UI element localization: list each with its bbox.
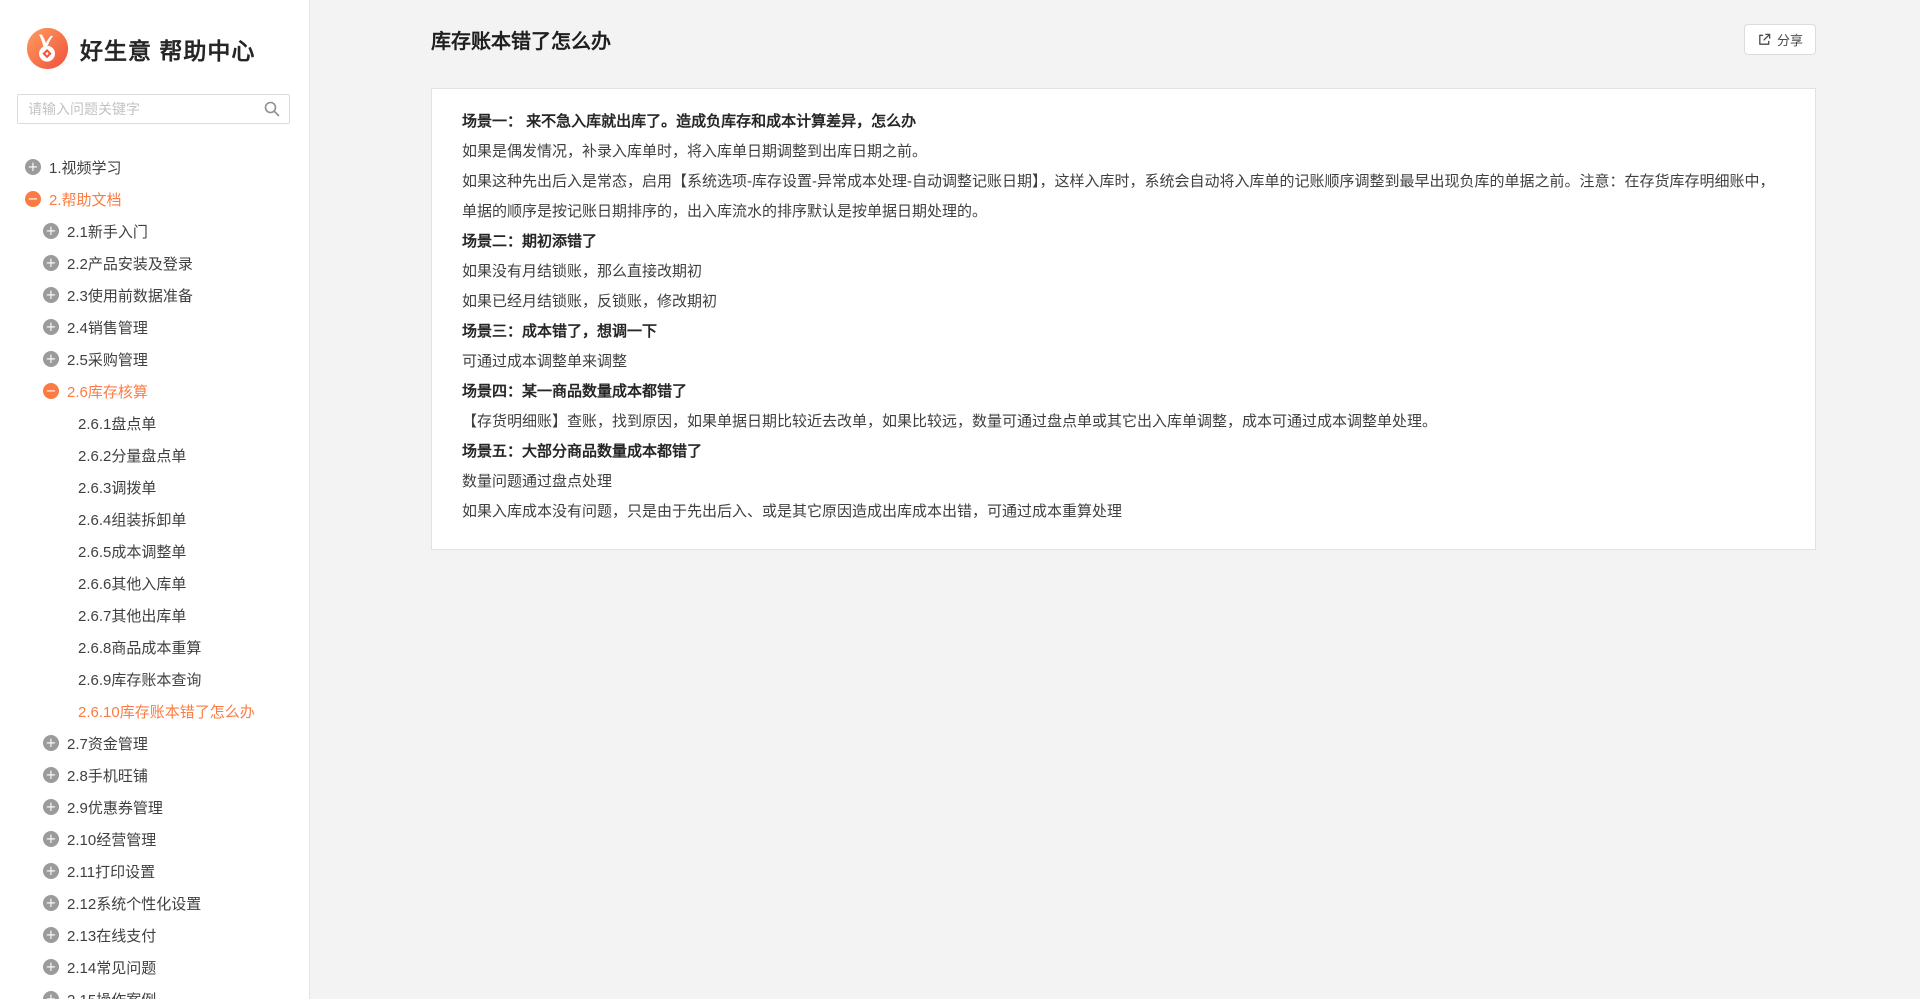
article-paragraph: 可通过成本调整单来调整 <box>462 353 628 370</box>
sidebar-item-label: 2.6库存核算 <box>67 383 148 401</box>
sidebar-item[interactable]: +2.1新手入门 <box>0 215 309 247</box>
search-box <box>17 94 290 124</box>
sidebar-item-label: 2.3使用前数据准备 <box>67 287 193 305</box>
sidebar-item-label: 2.15操作案例 <box>67 989 156 999</box>
sidebar-item-label: 2.6.7其他出库单 <box>78 607 187 625</box>
sidebar-item-label: 2.6.3调拨单 <box>78 479 157 497</box>
plus-icon[interactable]: + <box>43 319 59 335</box>
sidebar-item-label: 2.6.6其他入库单 <box>78 575 187 593</box>
sidebar-item[interactable]: 2.6.7其他出库单 <box>0 599 309 631</box>
sidebar-item-label: 2.7资金管理 <box>67 735 148 753</box>
sidebar-item-label: 2.6.5成本调整单 <box>78 543 187 561</box>
sidebar-item-label: 2.11打印设置 <box>67 863 156 881</box>
article-heading: 场景四：某一商品数量成本都错了 <box>462 383 688 400</box>
share-button-label: 分享 <box>1776 33 1803 48</box>
sidebar-item[interactable]: +2.12系统个性化设置 <box>0 887 309 919</box>
plus-icon[interactable]: + <box>43 831 59 847</box>
article-card: 场景一： 来不急入库就出库了。造成负库存和成本计算差异，怎么办 如果是偶发情况，补… <box>431 88 1816 550</box>
article-paragraph: 如果这种先出后入是常态，启用【系统选项-库存设置-异常成本处理-自动调整记账日期… <box>462 173 1775 220</box>
sidebar-item-label: 2.12系统个性化设置 <box>67 895 202 913</box>
sidebar-item[interactable]: 2.6.3调拨单 <box>0 471 309 503</box>
share-icon <box>1759 33 1771 45</box>
plus-icon[interactable]: + <box>43 927 59 943</box>
plus-icon[interactable]: + <box>43 991 59 999</box>
sidebar-item[interactable]: +2.2产品安装及登录 <box>0 247 309 279</box>
sidebar-item-label: 2.5采购管理 <box>67 351 148 369</box>
sidebar-item-label: 2.9优惠券管理 <box>67 799 163 817</box>
search-icon[interactable] <box>263 100 281 118</box>
sidebar-item-label: 2.14常见问题 <box>67 959 157 977</box>
plus-icon[interactable]: + <box>43 735 59 751</box>
sidebar-item-label: 2.10经营管理 <box>67 831 157 849</box>
sidebar-item-label: 2.2产品安装及登录 <box>67 255 193 273</box>
sidebar-item[interactable]: +2.13在线支付 <box>0 919 309 951</box>
plus-icon[interactable]: + <box>25 159 41 175</box>
sidebar-item-label: 2.6.9库存账本查询 <box>78 671 202 689</box>
sidebar-item[interactable]: 2.6.2分量盘点单 <box>0 439 309 471</box>
sidebar-item-label: 2.6.2分量盘点单 <box>78 447 187 465</box>
article-paragraph: 如果入库成本没有问题，只是由于先出后入、或是其它原因造成出库成本出错，可通过成本… <box>462 503 1123 520</box>
sidebar-item-label: 2.1新手入门 <box>67 223 148 241</box>
brand-header[interactable]: 好生意 帮助中心 <box>25 26 309 71</box>
article-paragraph: 数量问题通过盘点处理 <box>462 473 613 490</box>
sidebar-item[interactable]: 2.6.9库存账本查询 <box>0 663 309 695</box>
plus-icon[interactable]: + <box>43 799 59 815</box>
share-button[interactable]: 分享 <box>1743 24 1816 55</box>
sidebar-item-label: 2.6.1盘点单 <box>78 415 157 433</box>
sidebar-item[interactable]: +1.视频学习 <box>0 151 309 183</box>
minus-icon[interactable]: − <box>25 191 41 207</box>
sidebar-item[interactable]: +2.3使用前数据准备 <box>0 279 309 311</box>
sidebar-item-label: 2.6.8商品成本重算 <box>78 639 202 657</box>
sidebar-item[interactable]: 2.6.1盘点单 <box>0 407 309 439</box>
article-paragraph: 如果没有月结锁账，那么直接改期初 <box>462 263 703 280</box>
main-header: 库存账本错了怎么办 分享 <box>431 24 1816 55</box>
article-paragraph: 如果是偶发情况，补录入库单时，将入库单日期调整到出库日期之前。 <box>462 143 928 160</box>
sidebar-item[interactable]: +2.8手机旺铺 <box>0 759 309 791</box>
sidebar-item[interactable]: −2.帮助文档 <box>0 183 309 215</box>
plus-icon[interactable]: + <box>43 863 59 879</box>
plus-icon[interactable]: + <box>43 287 59 303</box>
plus-icon[interactable]: + <box>43 895 59 911</box>
sidebar-item[interactable]: 2.6.4组装拆卸单 <box>0 503 309 535</box>
sidebar-nav: +1.视频学习 −2.帮助文档 +2.1新手入门 +2.2产品安装及登录 +2.3使用前… <box>0 151 309 999</box>
sidebar-item-label: 2.8手机旺铺 <box>67 767 148 785</box>
plus-icon[interactable]: + <box>43 351 59 367</box>
sidebar-item-label: 2.13在线支付 <box>67 927 157 945</box>
sidebar-item-label: 2.4销售管理 <box>67 319 148 337</box>
plus-icon[interactable]: + <box>43 959 59 975</box>
sidebar-item-label: 2.6.4组装拆卸单 <box>78 511 187 529</box>
sidebar-item[interactable]: 2.6.8商品成本重算 <box>0 631 309 663</box>
plus-icon[interactable]: + <box>43 767 59 783</box>
app-logo-icon <box>26 27 69 70</box>
sidebar-item[interactable]: +2.9优惠券管理 <box>0 791 309 823</box>
sidebar-item[interactable]: 2.6.6其他入库单 <box>0 567 309 599</box>
article-paragraph: 如果已经月结锁账，反锁账，修改期初 <box>462 293 718 310</box>
sidebar-item[interactable]: +2.5采购管理 <box>0 343 309 375</box>
sidebar-item[interactable]: −2.6库存核算 <box>0 375 309 407</box>
plus-icon[interactable]: + <box>43 255 59 271</box>
sidebar-item[interactable]: +2.14常见问题 <box>0 951 309 983</box>
sidebar-item[interactable]: 2.6.10库存账本错了怎么办 <box>0 695 309 727</box>
sidebar-item[interactable]: +2.7资金管理 <box>0 727 309 759</box>
article-paragraph: 【存货明细账】查账，找到原因，如果单据日期比较近去改单，如果比较远，数量可通过盘… <box>462 413 1438 430</box>
article-heading: 场景二：期初添错了 <box>462 233 598 250</box>
sidebar: 好生意 帮助中心 +1.视频学习−2.帮助文档+2.1新手入门+2.2产品安装及… <box>0 0 310 999</box>
article-heading: 场景一： 来不急入库就出库了。造成负库存和成本计算差异，怎么办 <box>462 113 917 130</box>
article-heading: 场景三：成本错了，想调一下 <box>462 323 658 340</box>
sidebar-item[interactable]: +2.15操作案例 <box>0 983 309 999</box>
sidebar-item-label: 2.6.10库存账本错了怎么办 <box>78 703 255 721</box>
article-heading: 场景五：大部分商品数量成本都错了 <box>462 443 703 460</box>
plus-icon[interactable]: + <box>43 223 59 239</box>
search-input[interactable] <box>17 94 290 124</box>
sidebar-item[interactable]: +2.10经营管理 <box>0 823 309 855</box>
sidebar-item[interactable]: +2.4销售管理 <box>0 311 309 343</box>
page-title: 库存账本错了怎么办 <box>431 31 611 53</box>
sidebar-item-label: 2.帮助文档 <box>49 191 122 209</box>
app-title: 好生意 帮助中心 <box>80 37 256 64</box>
sidebar-item[interactable]: 2.6.5成本调整单 <box>0 535 309 567</box>
minus-icon[interactable]: − <box>43 383 59 399</box>
main-content: 库存账本错了怎么办 分享 场景一： 来不急入库就出库了。造成负库存和成本计算差异… <box>310 0 1920 999</box>
sidebar-item-label: 1.视频学习 <box>49 159 122 177</box>
sidebar-item[interactable]: +2.11打印设置 <box>0 855 309 887</box>
